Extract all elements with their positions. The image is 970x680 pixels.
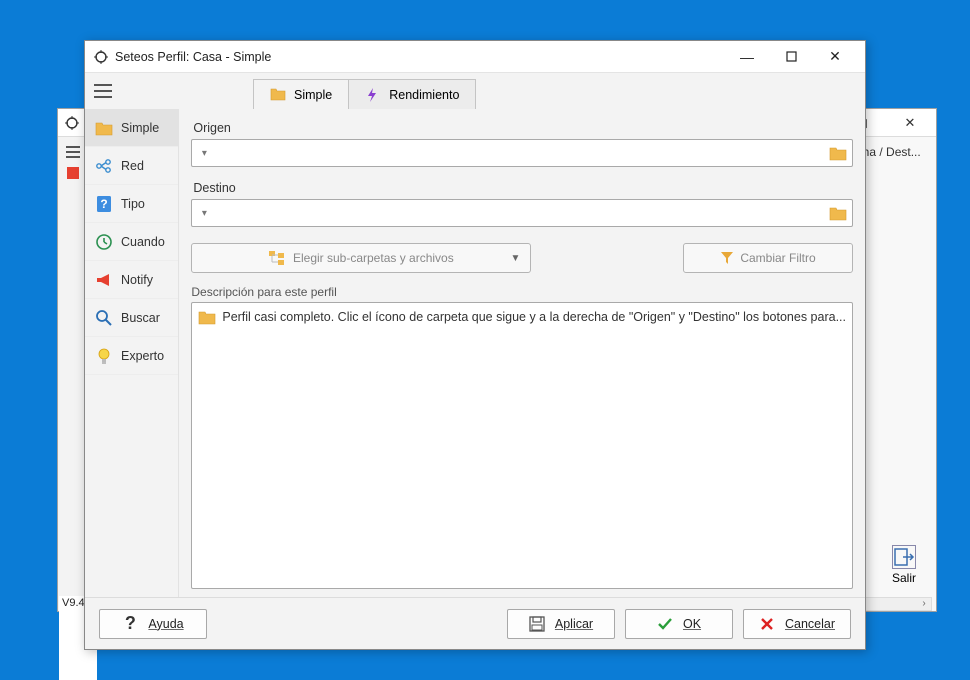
sidebar-item-label: Cuando <box>121 235 165 249</box>
funnel-icon <box>720 251 734 265</box>
sidebar-item-label: Simple <box>121 121 159 135</box>
minimize-button[interactable]: — <box>725 42 769 72</box>
origen-label: Origen <box>193 121 853 135</box>
destino-label: Destino <box>193 181 853 195</box>
button-label: Aplicar <box>555 617 593 631</box>
app-icon <box>64 115 80 131</box>
sidebar-item-label: Red <box>121 159 144 173</box>
ok-button[interactable]: OK <box>625 609 733 639</box>
category-sidebar: Simple Red ? Tipo Cuando Notify Buscar <box>85 109 178 597</box>
tab-rendimiento[interactable]: Rendimiento <box>348 79 476 109</box>
folder-icon <box>95 119 113 137</box>
choose-subfolders-button[interactable]: Elegir sub-carpetas y archivos ▼ <box>191 243 531 273</box>
button-label: Ayuda <box>148 617 183 631</box>
description-text: Perfil casi completo. Clic el ícono de c… <box>222 310 846 324</box>
browse-origen-button[interactable] <box>825 140 851 166</box>
chevron-down-icon: ▼ <box>510 253 520 264</box>
hamburger-icon[interactable] <box>65 145 81 159</box>
change-filter-button[interactable]: Cambiar Filtro <box>683 243 853 273</box>
maximize-button[interactable] <box>769 42 813 72</box>
settings-dialog: Seteos Perfil: Casa - Simple — ✕ Simple <box>84 40 866 650</box>
dialog-title: Seteos Perfil: Casa - Simple <box>115 50 271 64</box>
sidebar-item-label: Buscar <box>121 311 160 325</box>
salir-button[interactable]: Salir <box>892 545 916 585</box>
sidebar-item-cuando[interactable]: Cuando <box>85 223 178 261</box>
button-label: Cambiar Filtro <box>740 251 815 265</box>
exit-icon <box>892 545 916 569</box>
browse-destino-button[interactable] <box>825 200 851 226</box>
salir-label: Salir <box>892 571 916 585</box>
destino-input-group: ▾ <box>191 199 853 227</box>
x-icon <box>759 616 775 632</box>
sidebar-item-tipo[interactable]: ? Tipo <box>85 185 178 223</box>
save-icon <box>529 616 545 632</box>
clock-icon <box>95 233 113 251</box>
megaphone-icon <box>95 271 113 289</box>
tab-label: Simple <box>294 88 332 102</box>
chevron-down-icon[interactable]: ▾ <box>192 148 216 159</box>
button-label: Cancelar <box>785 617 835 631</box>
sidebar-item-buscar[interactable]: Buscar <box>85 299 178 337</box>
close-button[interactable]: ✕ <box>813 42 857 72</box>
app-icon <box>93 49 109 65</box>
scroll-right-icon[interactable]: › <box>917 598 931 610</box>
sidebar-item-label: Notify <box>121 273 153 287</box>
stop-icon[interactable] <box>67 167 79 179</box>
svg-text:?: ? <box>100 197 107 211</box>
search-icon <box>95 309 113 327</box>
sidebar-item-label: Tipo <box>121 197 145 211</box>
lightning-icon <box>365 87 381 103</box>
button-label: Elegir sub-carpetas y archivos <box>293 251 454 265</box>
chevron-down-icon[interactable]: ▾ <box>192 208 216 219</box>
folder-icon <box>198 309 216 325</box>
tab-simple[interactable]: Simple <box>253 79 349 109</box>
sidebar-item-experto[interactable]: Experto <box>85 337 178 375</box>
description-label: Descripción para este perfil <box>191 285 853 299</box>
sidebar-item-notify[interactable]: Notify <box>85 261 178 299</box>
sidebar-item-red[interactable]: Red <box>85 147 178 185</box>
hamburger-icon[interactable] <box>93 83 113 99</box>
help-button[interactable]: ? Ayuda <box>99 609 207 639</box>
question-icon: ? <box>122 616 138 632</box>
origen-input-group: ▾ <box>191 139 853 167</box>
network-icon <box>95 157 113 175</box>
apply-button[interactable]: Aplicar <box>507 609 615 639</box>
tab-label: Rendimiento <box>389 88 459 102</box>
check-icon <box>657 616 673 632</box>
cancel-button[interactable]: Cancelar <box>743 609 851 639</box>
sidebar-item-label: Experto <box>121 349 164 363</box>
folder-icon <box>270 87 286 103</box>
lightbulb-icon <box>95 347 113 365</box>
description-box: Perfil casi completo. Clic el ícono de c… <box>191 302 853 589</box>
sidebar-item-simple[interactable]: Simple <box>85 109 178 147</box>
dialog-titlebar[interactable]: Seteos Perfil: Casa - Simple — ✕ <box>85 41 865 73</box>
dialog-button-bar: ? Ayuda Aplicar OK Cancelar <box>85 597 865 649</box>
button-label: OK <box>683 617 701 631</box>
close-button[interactable]: ✕ <box>890 115 930 131</box>
question-icon: ? <box>95 195 113 213</box>
tree-icon <box>269 251 285 265</box>
